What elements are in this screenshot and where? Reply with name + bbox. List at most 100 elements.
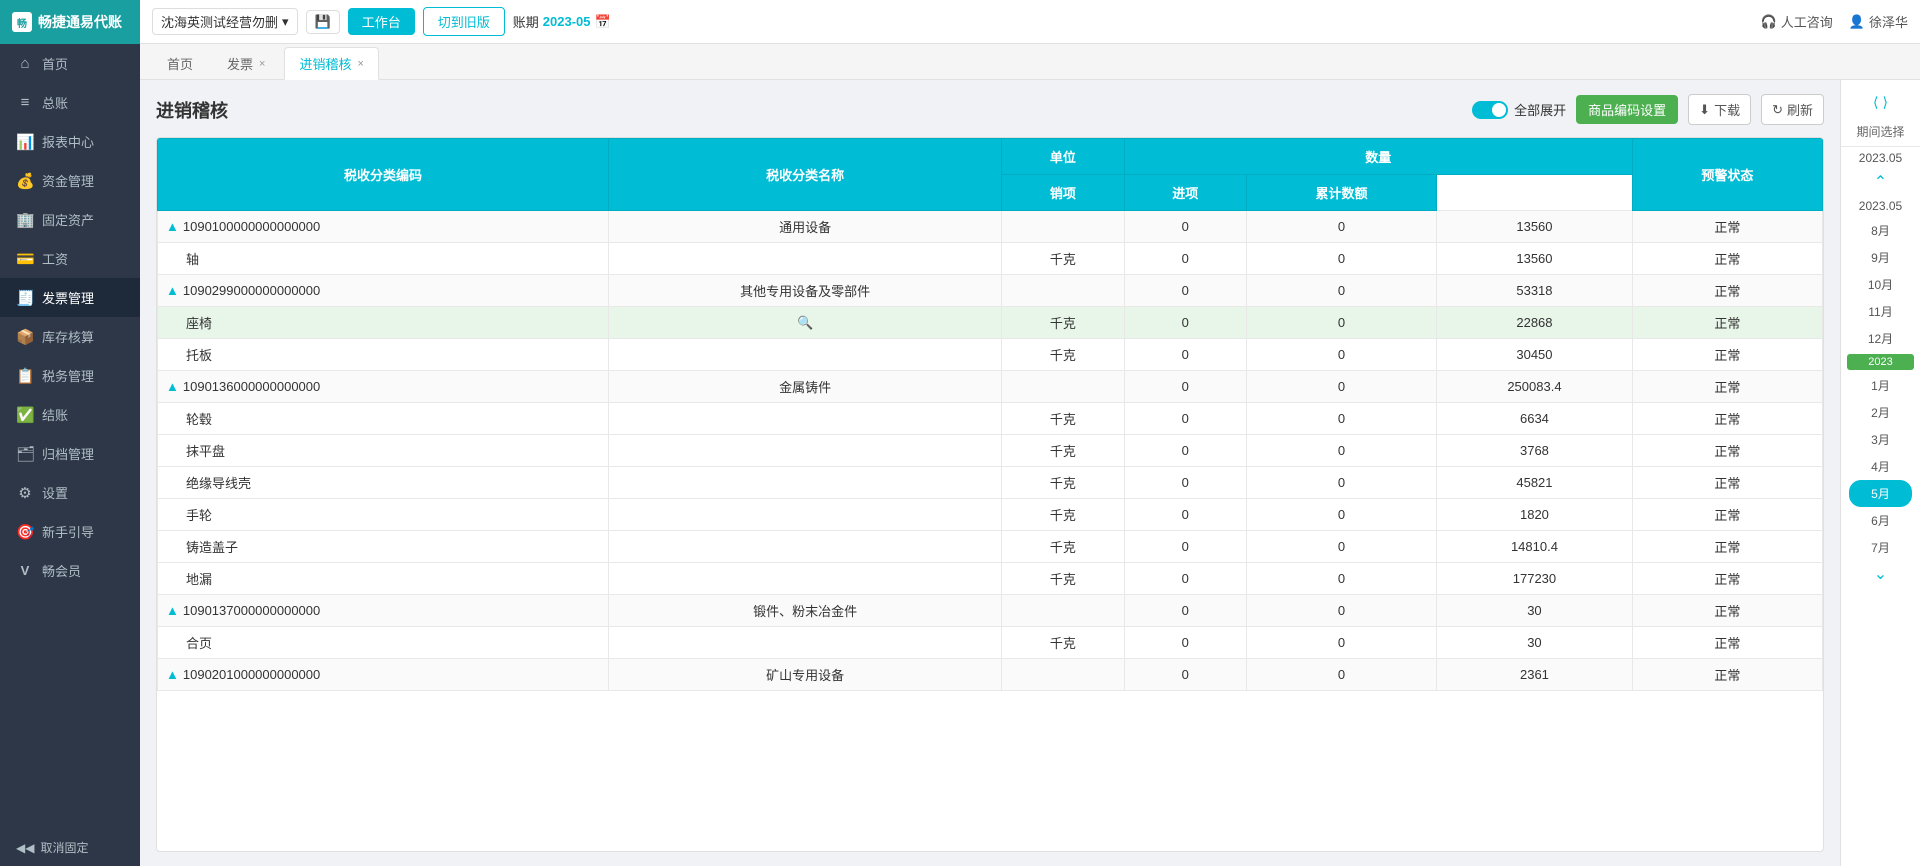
sidebar-item-label: 固定资产 bbox=[42, 210, 94, 229]
table-row-unit bbox=[1002, 659, 1124, 691]
sidebar-item-assets[interactable]: 🏢 固定资产 bbox=[0, 200, 140, 239]
settle-icon: ✅ bbox=[16, 406, 34, 424]
table-row-code: 合页 bbox=[158, 627, 609, 659]
sidebar-item-archive[interactable]: 🗂 归档管理 bbox=[0, 434, 140, 473]
tab-reconcile[interactable]: 进销稽核 × bbox=[284, 47, 378, 80]
table-row-sales: 0 bbox=[1124, 499, 1246, 531]
assets-icon: 🏢 bbox=[16, 211, 34, 229]
table-row-total: 13560 bbox=[1437, 211, 1633, 243]
table-row-sales: 0 bbox=[1124, 403, 1246, 435]
table-row-purchase: 0 bbox=[1246, 467, 1436, 499]
period-month-1[interactable]: 1月 bbox=[1841, 372, 1920, 399]
sidebar-item-guide[interactable]: 🎯 新手引导 bbox=[0, 512, 140, 551]
table-row-name bbox=[609, 403, 1002, 435]
save-draft-button[interactable]: 💾 bbox=[306, 10, 340, 34]
period-month-8[interactable]: 8月 bbox=[1841, 217, 1920, 244]
sidebar-item-home[interactable]: ⌂ 首页 bbox=[0, 44, 140, 83]
table-row-sales: 0 bbox=[1124, 339, 1246, 371]
refresh-button[interactable]: ↻ 刷新 bbox=[1761, 94, 1824, 125]
home-icon: ⌂ bbox=[16, 55, 34, 72]
user-menu[interactable]: 👤 徐泽华 bbox=[1849, 12, 1908, 31]
period-month-9[interactable]: 9月 bbox=[1841, 244, 1920, 271]
period-month-6[interactable]: 6月 bbox=[1841, 507, 1920, 534]
th-total: 累计数额 bbox=[1246, 175, 1436, 211]
sidebar: 畅 畅捷通易代账 ⌂ 首页 ≡ 总账 📊 报表中心 💰 资金管理 🏢 固定资产 … bbox=[0, 0, 140, 866]
topbar: 沈海英测试经营勿删 ▾ 💾 工作台 切到旧版 账期 2023-05 📅 🎧 人工… bbox=[140, 0, 1920, 44]
table-row-status: 正常 bbox=[1632, 627, 1822, 659]
period-month-2[interactable]: 2月 bbox=[1841, 399, 1920, 426]
table-row-unit bbox=[1002, 595, 1124, 627]
table-row-unit: 千克 bbox=[1002, 531, 1124, 563]
tab-reconcile-close[interactable]: × bbox=[357, 58, 363, 70]
table-row-unit: 千克 bbox=[1002, 243, 1124, 275]
tab-invoice-close[interactable]: × bbox=[259, 58, 265, 70]
sidebar-item-funds[interactable]: 💰 资金管理 bbox=[0, 161, 140, 200]
sidebar-item-ledger[interactable]: ≡ 总账 bbox=[0, 83, 140, 122]
expand-all-toggle[interactable] bbox=[1472, 101, 1508, 119]
table-row-unit bbox=[1002, 371, 1124, 403]
sidebar-item-invoice[interactable]: 🧾 发票管理 bbox=[0, 278, 140, 317]
settings-icon: ⚙ bbox=[16, 484, 34, 502]
table-row-sales: 0 bbox=[1124, 467, 1246, 499]
chevron-down-icon: ▾ bbox=[282, 14, 289, 30]
funds-icon: 💰 bbox=[16, 172, 34, 190]
reports-icon: 📊 bbox=[16, 133, 34, 151]
table-row-name: 通用设备 bbox=[609, 211, 1002, 243]
panel-expand-icon[interactable]: ⟩ bbox=[1883, 94, 1888, 111]
table-row-name bbox=[609, 467, 1002, 499]
table-row-name: 其他专用设备及零部件 bbox=[609, 275, 1002, 307]
product-code-button[interactable]: 商品编码设置 bbox=[1576, 95, 1678, 124]
switch-version-button[interactable]: 切到旧版 bbox=[423, 7, 505, 36]
table-row-code: 轴 bbox=[158, 243, 609, 275]
period-month-3[interactable]: 3月 bbox=[1841, 426, 1920, 453]
panel-collapse-icon[interactable]: ⟨ bbox=[1873, 94, 1878, 111]
search-icon[interactable]: 🔍 bbox=[797, 315, 813, 330]
sidebar-item-settle[interactable]: ✅ 结账 bbox=[0, 395, 140, 434]
workspace-button[interactable]: 工作台 bbox=[348, 8, 415, 35]
period-month-11[interactable]: 11月 bbox=[1841, 298, 1920, 325]
sidebar-item-salary[interactable]: 💳 工资 bbox=[0, 239, 140, 278]
user-icon: 👤 bbox=[1849, 14, 1865, 30]
table-row-sales: 0 bbox=[1124, 595, 1246, 627]
sidebar-item-tax[interactable]: 📋 税务管理 bbox=[0, 356, 140, 395]
period-year-2023-05-top: 2023.05 bbox=[1841, 147, 1920, 169]
topbar-right: 🎧 人工咨询 👤 徐泽华 bbox=[1761, 12, 1908, 31]
unpin-label: 取消固定 bbox=[40, 839, 88, 856]
period-month-10[interactable]: 10月 bbox=[1841, 271, 1920, 298]
page-actions: 全部展开 商品编码设置 ⬇ 下载 ↻ 刷新 bbox=[1472, 94, 1824, 125]
company-selector[interactable]: 沈海英测试经营勿删 ▾ bbox=[152, 8, 298, 35]
table-row-name bbox=[609, 339, 1002, 371]
content-area: 进销稽核 全部展开 商品编码设置 ⬇ 下载 ↻ 刷新 bbox=[140, 80, 1920, 866]
table-row-status: 正常 bbox=[1632, 659, 1822, 691]
table-row-sales: 0 bbox=[1124, 275, 1246, 307]
table-row-code: ▲1090299000000000000 bbox=[158, 275, 609, 307]
scroll-up-btn[interactable]: ⌃ bbox=[1841, 169, 1920, 195]
table-row-purchase: 0 bbox=[1246, 563, 1436, 595]
period-month-5[interactable]: 5月 bbox=[1849, 480, 1912, 507]
tab-home[interactable]: 首页 bbox=[152, 47, 208, 79]
table-row-status: 正常 bbox=[1632, 243, 1822, 275]
table-row-total: 250083.4 bbox=[1437, 371, 1633, 403]
sidebar-item-inventory[interactable]: 📦 库存核算 bbox=[0, 317, 140, 356]
download-button[interactable]: ⬇ 下载 bbox=[1688, 94, 1751, 125]
tab-home-label: 首页 bbox=[167, 54, 193, 73]
service-button[interactable]: 🎧 人工咨询 bbox=[1761, 12, 1833, 31]
period-month-7[interactable]: 7月 bbox=[1841, 534, 1920, 561]
unpin-button[interactable]: ◀◀ 取消固定 bbox=[0, 829, 140, 866]
table-row-status: 正常 bbox=[1632, 531, 1822, 563]
tab-reconcile-label: 进销稽核 bbox=[299, 54, 351, 73]
sidebar-item-label: 畅会员 bbox=[42, 561, 81, 580]
period-month-4[interactable]: 4月 bbox=[1841, 453, 1920, 480]
tab-invoice[interactable]: 发票 × bbox=[212, 47, 280, 79]
app-name: 畅捷通易代账 bbox=[38, 12, 122, 32]
sidebar-item-reports[interactable]: 📊 报表中心 bbox=[0, 122, 140, 161]
tab-invoice-label: 发票 bbox=[227, 54, 253, 73]
sidebar-item-settings[interactable]: ⚙ 设置 bbox=[0, 473, 140, 512]
period-selector[interactable]: 账期 2023-05 📅 bbox=[513, 12, 611, 31]
sidebar-item-vip[interactable]: V 畅会员 bbox=[0, 551, 140, 590]
scroll-down-btn[interactable]: ⌄ bbox=[1841, 561, 1920, 587]
table-row-code: ▲1090100000000000000 bbox=[158, 211, 609, 243]
period-month-12[interactable]: 12月 bbox=[1841, 325, 1920, 352]
table-row-status: 正常 bbox=[1632, 371, 1822, 403]
table-row-name bbox=[609, 499, 1002, 531]
